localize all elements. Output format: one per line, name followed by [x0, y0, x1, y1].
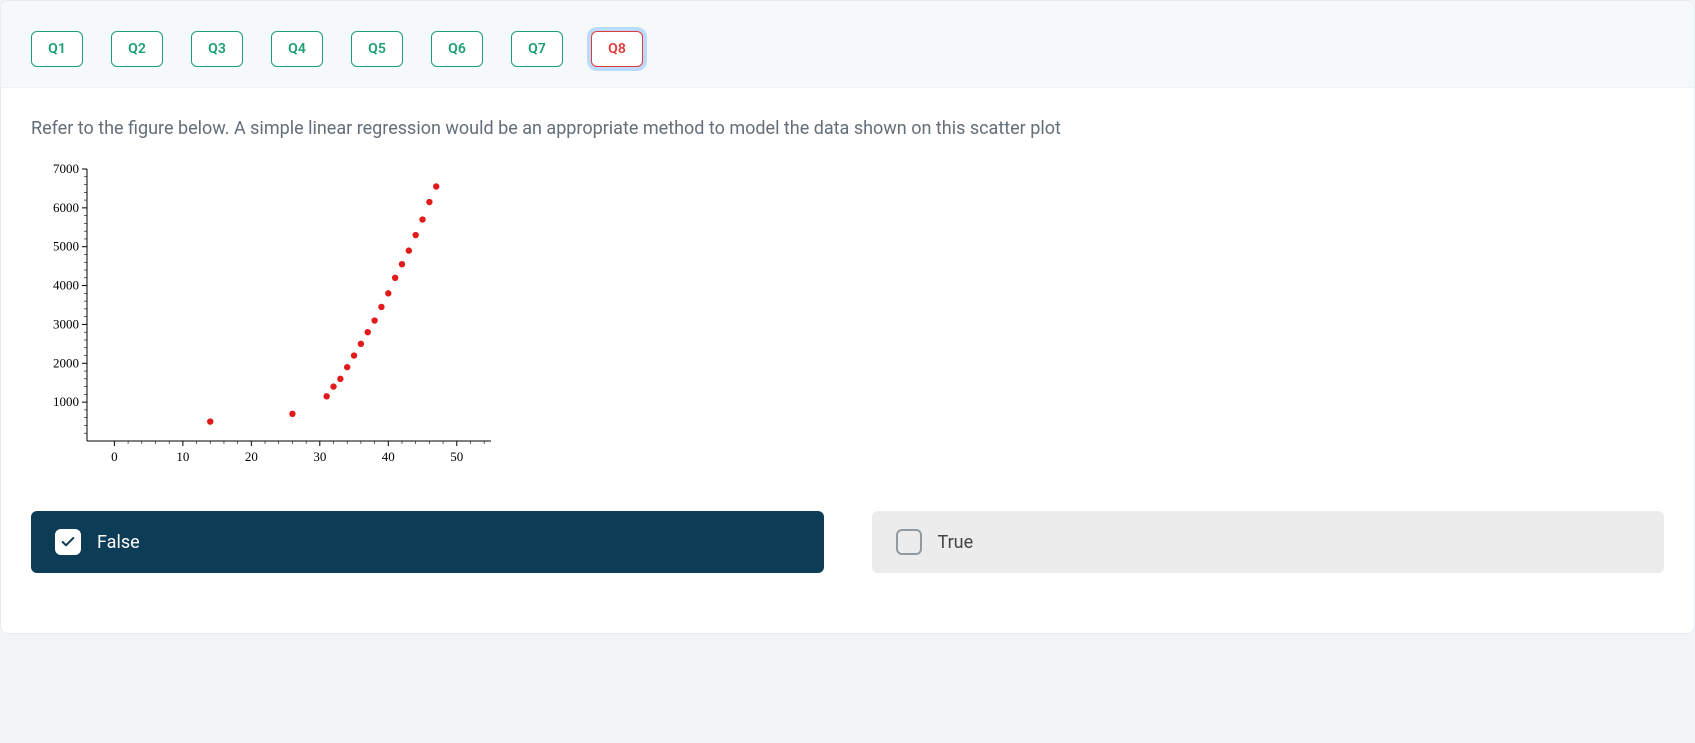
svg-text:40: 40: [382, 449, 395, 464]
q-pill-4[interactable]: Q4: [271, 31, 323, 67]
answers-row: False True: [31, 511, 1664, 573]
svg-text:7000: 7000: [53, 161, 79, 176]
q-pill-1[interactable]: Q1: [31, 31, 83, 67]
answer-true[interactable]: True: [872, 511, 1665, 573]
scatter-chart: 1000 2000 3000 4000 5000 6000 7000 0 10 20 30 40 50: [31, 161, 1664, 471]
answer-false[interactable]: False: [31, 511, 824, 573]
q-pill-3[interactable]: Q3: [191, 31, 243, 67]
q-pill-label: Q2: [128, 41, 146, 57]
question-nav: Q1 Q2 Q3 Q4 Q5 Q6 Q7 Q8: [1, 1, 1694, 88]
svg-text:0: 0: [111, 449, 118, 464]
q-pill-label: Q1: [48, 41, 66, 57]
q-pill-7[interactable]: Q7: [511, 31, 563, 67]
checkbox-empty-icon: [896, 529, 922, 555]
question-content: Refer to the figure below. A simple line…: [1, 88, 1694, 633]
scatter-svg: 1000 2000 3000 4000 5000 6000 7000 0 10 20 30 40 50: [31, 161, 501, 471]
q-pill-label: Q4: [288, 41, 306, 57]
svg-text:2000: 2000: [53, 355, 79, 370]
question-prompt: Refer to the figure below. A simple line…: [31, 116, 1664, 141]
svg-text:30: 30: [313, 449, 326, 464]
answer-true-label: True: [938, 532, 974, 553]
q-pill-label: Q3: [208, 41, 226, 57]
q-pill-8[interactable]: Q8: [591, 31, 643, 67]
answer-false-label: False: [97, 532, 140, 553]
q-pill-label: Q8: [608, 41, 626, 57]
q-pill-5[interactable]: Q5: [351, 31, 403, 67]
svg-text:1000: 1000: [53, 394, 79, 409]
q-pill-label: Q7: [528, 41, 546, 57]
svg-text:3000: 3000: [53, 317, 79, 332]
q-pill-label: Q6: [448, 41, 466, 57]
q-pill-label: Q5: [368, 41, 386, 57]
svg-text:10: 10: [176, 449, 189, 464]
svg-text:5000: 5000: [53, 239, 79, 254]
q-pill-6[interactable]: Q6: [431, 31, 483, 67]
svg-text:4000: 4000: [53, 278, 79, 293]
q-pill-2[interactable]: Q2: [111, 31, 163, 67]
svg-text:50: 50: [450, 449, 463, 464]
checkbox-checked-icon: [55, 529, 81, 555]
svg-text:6000: 6000: [53, 200, 79, 215]
svg-text:20: 20: [245, 449, 258, 464]
